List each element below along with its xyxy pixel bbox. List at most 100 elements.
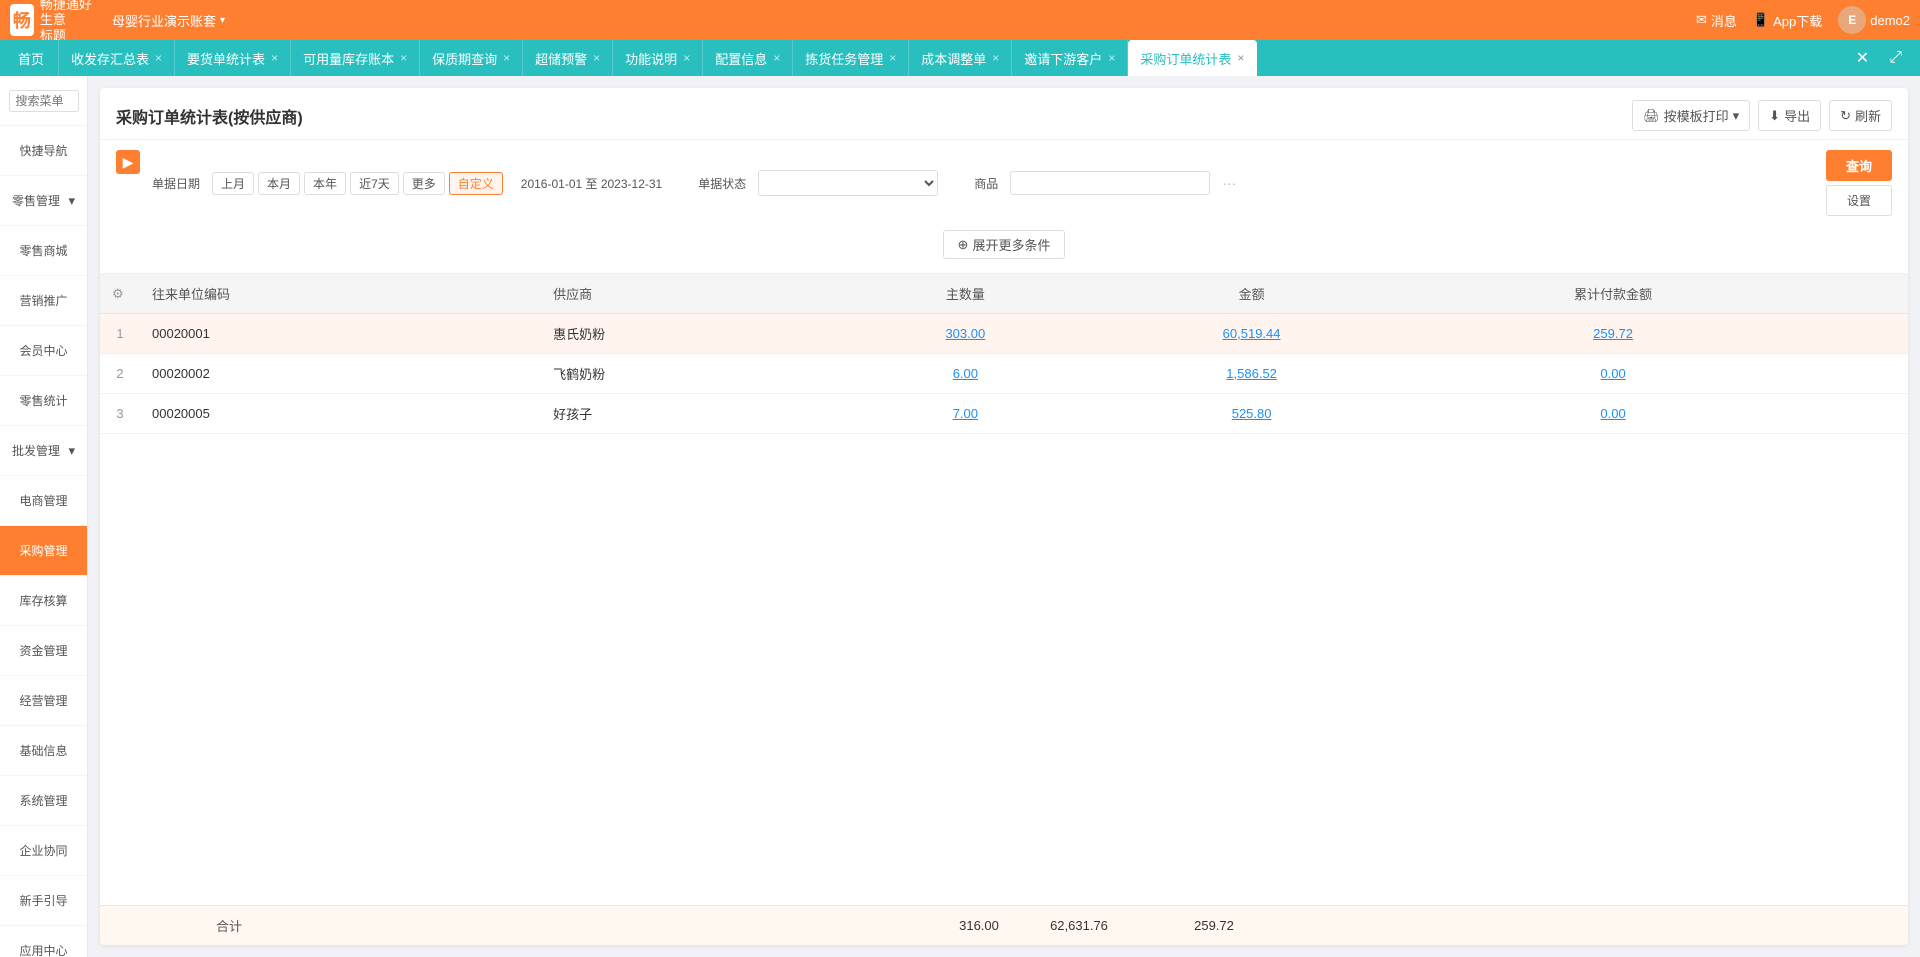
row-code: 00020002 xyxy=(140,354,541,394)
refresh-button[interactable]: ↻ 刷新 xyxy=(1829,100,1892,131)
row-qty[interactable]: 6.00 xyxy=(840,354,1091,394)
sidebar-item-retail-stat[interactable]: 零售统计 xyxy=(0,376,87,426)
close-icon[interactable]: × xyxy=(889,51,896,65)
sidebar-item-retail-shop[interactable]: 零售商城 xyxy=(0,226,87,276)
sidebar-item-member[interactable]: 会员中心 xyxy=(0,326,87,376)
col-qty: 主数量 xyxy=(840,274,1091,314)
sidebar: 快捷导航 零售管理 ▾ 零售商城 营销推广 会员中心 零售统计 批发管理 ▾ 电… xyxy=(0,76,88,957)
date-btn-this-year[interactable]: 本年 xyxy=(304,172,346,195)
close-icon[interactable]: × xyxy=(683,51,690,65)
row-seq: 3 xyxy=(100,394,140,434)
sidebar-item-zijin[interactable]: 资金管理 xyxy=(0,626,87,676)
close-all-icon[interactable]: ✕ xyxy=(1850,46,1875,70)
close-icon[interactable]: × xyxy=(773,51,780,65)
page-card: 采购订单统计表(按供应商) 🖨 按模板打印 ▾ ⬇ 导出 ↻ 刷新 xyxy=(100,88,1908,945)
export-button[interactable]: ⬇ 导出 xyxy=(1758,100,1821,131)
workspace-arrow-icon: ▾ xyxy=(220,15,225,26)
date-btn-this-month[interactable]: 本月 xyxy=(258,172,300,195)
nav-tabs-right: ✕ ⤢ xyxy=(1850,46,1916,70)
print-icon: 🖨 xyxy=(1643,108,1660,124)
sidebar-item-ecom[interactable]: 电商管理 xyxy=(0,476,87,526)
sidebar-item-jichu[interactable]: 基础信息 xyxy=(0,726,87,776)
goods-more-icon[interactable]: ··· xyxy=(1222,175,1236,191)
row-amount[interactable]: 525.80 xyxy=(1091,394,1413,434)
workspace-selector[interactable]: 母婴行业演示账套 ▾ xyxy=(102,11,235,30)
message-btn[interactable]: ✉ 消息 xyxy=(1696,11,1737,30)
row-paid[interactable]: 0.00 xyxy=(1413,354,1814,394)
sidebar-item-jingying[interactable]: 经营管理 xyxy=(0,676,87,726)
sidebar-item-kucun[interactable]: 库存核算 xyxy=(0,576,87,626)
sidebar-item-retail[interactable]: 零售管理 ▾ xyxy=(0,176,87,226)
date-btn-7days[interactable]: 近7天 xyxy=(350,172,399,195)
date-btn-more[interactable]: 更多 xyxy=(403,172,445,195)
close-icon[interactable]: × xyxy=(1108,51,1115,65)
tab-yaohuo[interactable]: 要货单统计表 × xyxy=(175,40,291,76)
tab-chengben[interactable]: 成本调整单 × xyxy=(909,40,1012,76)
tab-caigou-active[interactable]: 采购订单统计表 × xyxy=(1128,40,1257,76)
template-print-button[interactable]: 🖨 按模板打印 ▾ xyxy=(1632,100,1750,131)
tab-chaochu[interactable]: 超储预警 × xyxy=(523,40,613,76)
sidebar-item-pifa[interactable]: 批发管理 ▾ xyxy=(0,426,87,476)
user-area[interactable]: E demo2 xyxy=(1838,6,1910,34)
table-row: 2 00020002 飞鹤奶粉 6.00 1,586.52 0.00 xyxy=(100,354,1908,394)
expand-icon[interactable]: ⤢ xyxy=(1883,47,1908,69)
expand-icon: ⊕ xyxy=(958,237,969,253)
row-amount[interactable]: 60,519.44 xyxy=(1091,314,1413,354)
col-amount: 金额 xyxy=(1091,274,1413,314)
row-paid[interactable]: 0.00 xyxy=(1413,394,1814,434)
row-extra xyxy=(1814,394,1908,434)
sidebar-item-caigou[interactable]: 采购管理 xyxy=(0,526,87,576)
row-seq: 2 xyxy=(100,354,140,394)
tab-shoufacun[interactable]: 收发存汇总表 × xyxy=(59,40,175,76)
sidebar-item-qiye[interactable]: 企业协同 xyxy=(0,826,87,876)
filter-toggle-button[interactable]: ▶ xyxy=(116,150,140,174)
row-amount[interactable]: 1,586.52 xyxy=(1091,354,1413,394)
sidebar-item-xitong[interactable]: 系统管理 xyxy=(0,776,87,826)
row-supplier: 惠氏奶粉 xyxy=(541,314,840,354)
row-qty[interactable]: 7.00 xyxy=(840,394,1091,434)
close-icon[interactable]: × xyxy=(992,51,999,65)
status-select[interactable] xyxy=(758,170,938,196)
close-icon[interactable]: × xyxy=(155,51,162,65)
tab-home[interactable]: 首页 xyxy=(4,40,59,76)
close-icon[interactable]: × xyxy=(400,51,407,65)
row-supplier: 飞鹤奶粉 xyxy=(541,354,840,394)
app-download-btn[interactable]: 📱 App下载 xyxy=(1753,11,1822,30)
search-input[interactable] xyxy=(9,90,79,112)
data-table: ⚙ 往来单位编码 供应商 主数量 金额 累计付款金额 1 xyxy=(100,274,1908,434)
footer-amount: 62,631.76 xyxy=(1019,918,1139,933)
tab-yaoqing[interactable]: 邀请下游客户 × xyxy=(1012,40,1128,76)
sidebar-item-yingyong[interactable]: 应用中心 xyxy=(0,926,87,957)
sidebar-item-marketing[interactable]: 营销推广 xyxy=(0,276,87,326)
expand-conditions-button[interactable]: ⊕ 展开更多条件 xyxy=(943,230,1066,259)
date-quick-btns: 上月 本月 本年 近7天 更多 自定义 xyxy=(212,172,503,195)
sidebar-search-area[interactable] xyxy=(0,76,87,126)
tab-peizhi[interactable]: 配置信息 × xyxy=(703,40,793,76)
row-qty[interactable]: 303.00 xyxy=(840,314,1091,354)
sidebar-item-shortcut[interactable]: 快捷导航 xyxy=(0,126,87,176)
query-button[interactable]: 查询 xyxy=(1826,150,1892,181)
table-row: 1 00020001 惠氏奶粉 303.00 60,519.44 259.72 xyxy=(100,314,1908,354)
close-icon[interactable]: × xyxy=(503,51,510,65)
arrow-icon: ▾ xyxy=(68,193,75,209)
table-footer: 合计 316.00 62,631.76 259.72 xyxy=(100,905,1908,945)
close-icon[interactable]: × xyxy=(593,51,600,65)
tab-gongneng[interactable]: 功能说明 × xyxy=(613,40,703,76)
sidebar-item-xinshou[interactable]: 新手引导 xyxy=(0,876,87,926)
date-btn-last-month[interactable]: 上月 xyxy=(212,172,254,195)
page-header: 采购订单统计表(按供应商) 🖨 按模板打印 ▾ ⬇ 导出 ↻ 刷新 xyxy=(100,88,1908,140)
tab-keyong[interactable]: 可用量库存账本 × xyxy=(291,40,420,76)
row-paid[interactable]: 259.72 xyxy=(1413,314,1814,354)
app-icon: 📱 xyxy=(1753,12,1769,28)
close-icon[interactable]: × xyxy=(1237,51,1244,65)
refresh-icon: ↻ xyxy=(1840,108,1851,124)
row-extra xyxy=(1814,314,1908,354)
tab-tuohuo[interactable]: 拣货任务管理 × xyxy=(793,40,909,76)
settings-col-icon[interactable]: ⚙ xyxy=(112,286,124,301)
table-header-row: ⚙ 往来单位编码 供应商 主数量 金额 累计付款金额 xyxy=(100,274,1908,314)
settings-button[interactable]: 设置 xyxy=(1826,185,1892,216)
goods-input[interactable] xyxy=(1010,171,1210,195)
close-icon[interactable]: × xyxy=(271,51,278,65)
top-bar: 畅 畅捷通好生意 标题 母婴行业演示账套 ▾ ✉ 消息 📱 App下载 E de… xyxy=(0,0,1920,40)
tab-baozhi[interactable]: 保质期查询 × xyxy=(420,40,523,76)
